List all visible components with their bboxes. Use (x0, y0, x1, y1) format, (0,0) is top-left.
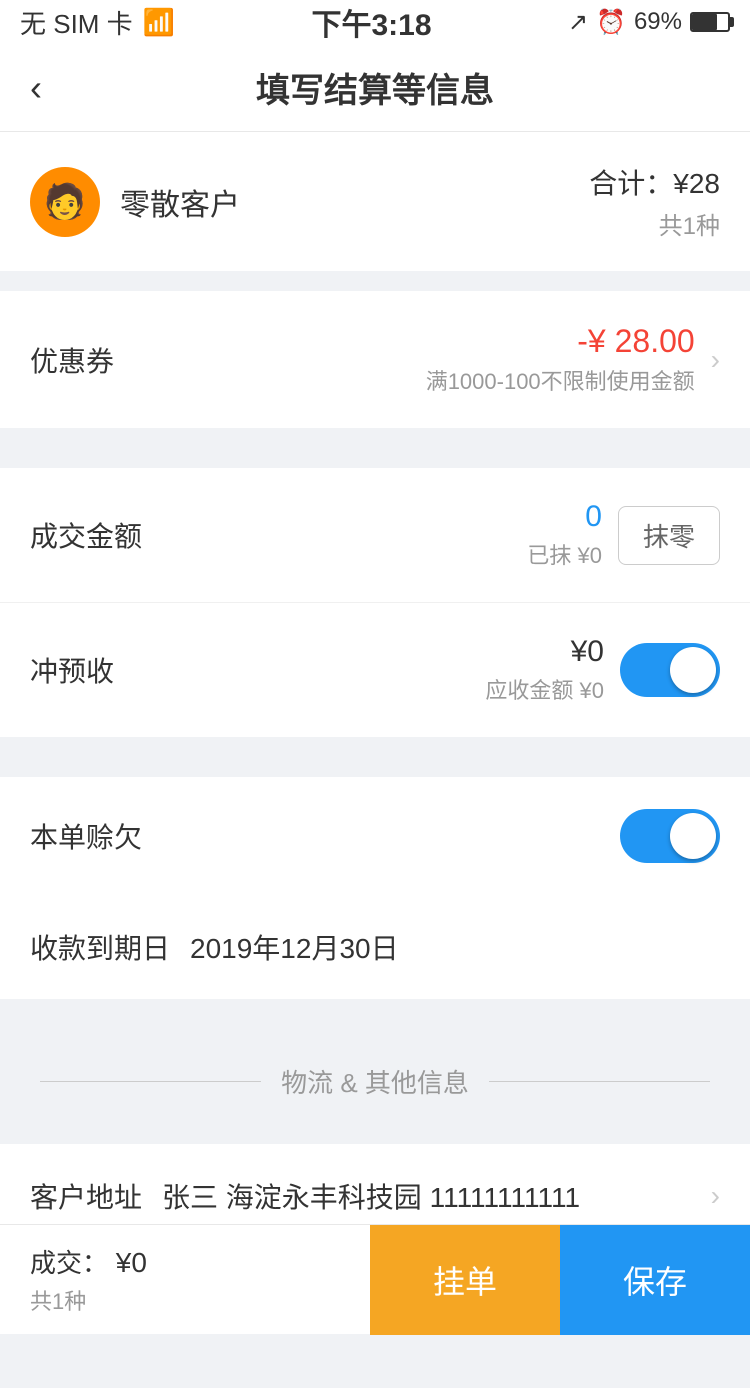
coupon-value: -¥ 28.00 满1000-100不限制使用金额 (426, 323, 695, 396)
coupon-section: 优惠券 -¥ 28.00 满1000-100不限制使用金额 › (0, 291, 750, 428)
separator-2 (0, 757, 750, 777)
nav-bar: ‹ 填写结算等信息 (0, 44, 750, 132)
debt-toggle-knob (670, 813, 716, 859)
toggle-knob (670, 647, 716, 693)
bottom-deal-label: 成交： (30, 1248, 108, 1278)
prepayment-label: 冲预收 (30, 650, 114, 690)
avatar-icon: 🧑 (44, 182, 86, 222)
coupon-label: 优惠券 (30, 340, 114, 380)
logistics-header: 物流 & 其他信息 (0, 1039, 750, 1124)
status-right: ↗ ⏰ 69% (568, 8, 730, 37)
bottom-count: 共1种 (30, 1284, 340, 1316)
chevron-right-icon: › (711, 344, 720, 376)
battery-icon (690, 12, 730, 32)
due-date-label: 收款到期日 (30, 927, 170, 967)
customer-section: 🧑 零散客户 合计：¥28 共1种 (0, 132, 750, 271)
coupon-desc: 满1000-100不限制使用金额 (426, 364, 695, 396)
deal-amount-label: 成交金额 (30, 515, 142, 555)
customer-total: 合计：¥28 共1种 (589, 162, 720, 241)
address-content: 客户地址 张三 海淀永丰科技园 11111111111 (30, 1176, 580, 1216)
coupon-row[interactable]: 优惠券 -¥ 28.00 满1000-100不限制使用金额 › (0, 291, 750, 428)
back-button[interactable]: ‹ (30, 67, 42, 109)
prepayment-toggle[interactable] (620, 643, 720, 697)
total-count: 共1种 (589, 206, 720, 241)
bottom-deal-amount: ¥0 (116, 1247, 147, 1278)
due-date-row: 收款到期日 2019年12月30日 (0, 895, 750, 999)
address-chevron-icon: › (711, 1180, 720, 1212)
carrier-text: 无 SIM 卡 (20, 4, 133, 41)
divider-left (40, 1081, 261, 1082)
address-label: 客户地址 (30, 1176, 142, 1216)
debt-row: 本单赊欠 (0, 777, 750, 895)
prepayment-amount: ¥0 (485, 635, 604, 669)
status-time: 下午3:18 (311, 0, 431, 44)
prepayment-row: 冲预收 ¥0 应收金额 ¥0 (0, 602, 750, 737)
debt-right (620, 809, 720, 863)
coupon-amount: -¥ 28.00 (426, 323, 695, 360)
separator-3 (0, 1019, 750, 1039)
save-button[interactable]: 保存 (560, 1225, 750, 1335)
due-date-value: 2019年12月30日 (190, 927, 399, 967)
wifi-icon: 📶 (143, 7, 175, 38)
status-left: 无 SIM 卡 📶 (20, 4, 175, 41)
deal-amount-value: 0 (527, 500, 602, 534)
deal-amount-row: 成交金额 0 已抹 ¥0 抹零 (0, 468, 750, 602)
total-price: 合计：¥28 (589, 162, 720, 202)
bottom-deal-line: 成交： ¥0 (30, 1243, 340, 1280)
debt-toggle[interactable] (620, 809, 720, 863)
bottom-bar: 成交： ¥0 共1种 挂单 保存 (0, 1224, 750, 1334)
page-title: 填写结算等信息 (256, 63, 494, 112)
hang-button[interactable]: 挂单 (370, 1225, 560, 1335)
separator-4 (0, 1124, 750, 1144)
debt-label: 本单赊欠 (30, 816, 142, 856)
battery-percent: 69% (634, 8, 682, 36)
avatar: 🧑 (30, 167, 100, 237)
alarm-icon: ⏰ (596, 8, 626, 37)
logistics-label: 物流 & 其他信息 (281, 1063, 469, 1100)
prepayment-subtext: 应收金额 ¥0 (485, 673, 604, 705)
deal-amount-right: 0 已抹 ¥0 抹零 (527, 500, 720, 570)
customer-info: 🧑 零散客户 (30, 167, 240, 237)
coupon-right: -¥ 28.00 满1000-100不限制使用金额 › (426, 323, 720, 396)
separator-1 (0, 448, 750, 468)
address-value: 张三 海淀永丰科技园 11111111111 (162, 1176, 580, 1216)
location-icon: ↗ (568, 8, 588, 37)
status-bar: 无 SIM 卡 📶 下午3:18 ↗ ⏰ 69% (0, 0, 750, 44)
customer-name: 零散客户 (120, 180, 240, 224)
debt-section: 本单赊欠 收款到期日 2019年12月30日 (0, 777, 750, 999)
divider-right (489, 1081, 710, 1082)
round-zero-button[interactable]: 抹零 (618, 506, 720, 565)
prepayment-right: ¥0 应收金额 ¥0 (485, 635, 720, 705)
deal-amount-subtext: 已抹 ¥0 (527, 538, 602, 570)
bottom-summary: 成交： ¥0 共1种 (0, 1243, 370, 1316)
deal-prepay-section: 成交金额 0 已抹 ¥0 抹零 冲预收 ¥0 应收金额 ¥0 (0, 468, 750, 737)
